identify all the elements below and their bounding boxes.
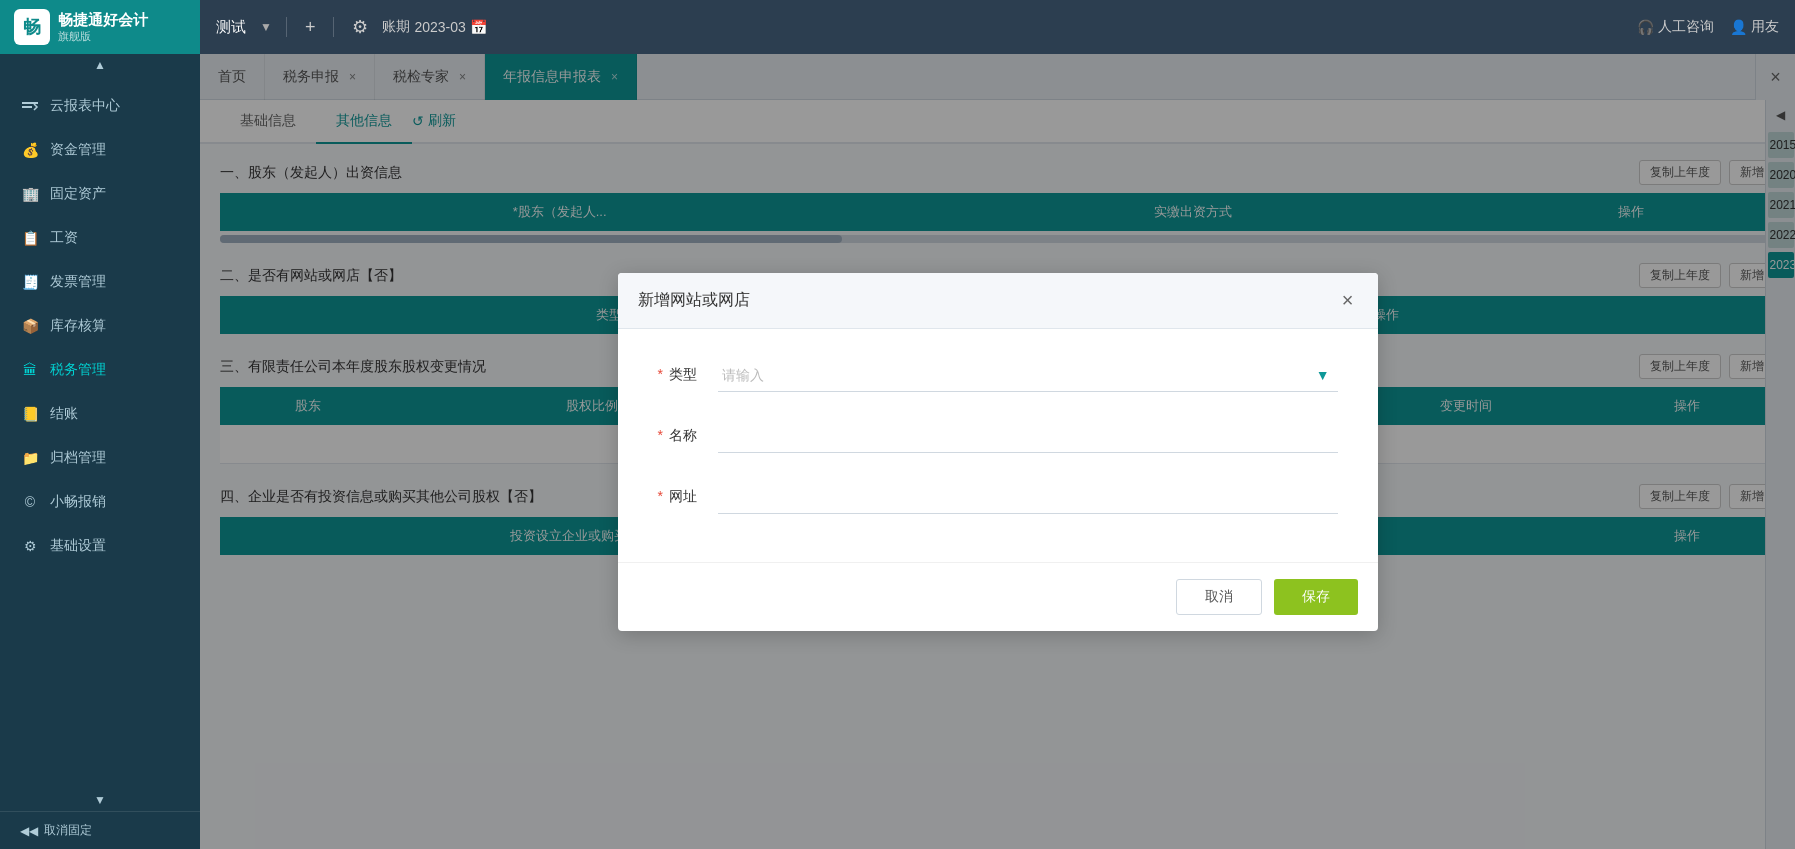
cancel-pin-label: 取消固定 [44,822,92,839]
name-label: * 名称 [658,427,718,445]
sidebar-label-payroll: 工资 [50,229,78,247]
url-input-wrap [718,481,1338,514]
topbar-separator [286,17,287,37]
user-menu[interactable]: 👤 用友 [1730,18,1779,36]
tax-icon: 🏛 [20,360,40,380]
form-group-type: * 类型 ▼ [658,359,1338,392]
form-group-name: * 名称 [658,420,1338,453]
topbar-separator2 [333,17,334,37]
user-label: 用友 [1751,18,1779,36]
sidebar-footer[interactable]: ◀◀ 取消固定 [0,811,200,849]
inventory-icon: 📦 [20,316,40,336]
accounting-icon: 📒 [20,404,40,424]
name-input-wrap [718,420,1338,453]
sidebar-item-xiaochang[interactable]: © 小畅报销 [0,480,200,524]
type-input[interactable] [718,359,1338,392]
sidebar-label-xiaochang: 小畅报销 [50,493,106,511]
fund-icon: 💰 [20,140,40,160]
company-name[interactable]: 测试 [216,18,246,37]
sidebar-label-invoice: 发票管理 [50,273,106,291]
archive-icon: 📁 [20,448,40,468]
type-label: * 类型 [658,366,718,384]
sidebar-label-tax: 税务管理 [50,361,106,379]
headset-icon: 🎧 [1637,19,1654,35]
cloud-reports-icon [20,96,40,116]
url-required-mark: * [658,488,663,504]
calendar-icon[interactable]: 📅 [470,19,487,35]
topbar: 测试 ▼ + ⚙ 账期 2023-03 📅 🎧 人工咨询 👤 用友 [200,0,1795,54]
user-icon: 👤 [1730,19,1747,35]
company-dropdown-icon[interactable]: ▼ [260,20,272,34]
customer-service[interactable]: 🎧 人工咨询 [1637,18,1714,36]
sidebar: 畅 畅捷通好会计 旗舰版 ▲ 云报表中心 💰 资金管理 🏢 固定资产 📋 工资 … [0,0,200,849]
sidebar-item-inventory[interactable]: 📦 库存核算 [0,304,200,348]
type-input-wrap: ▼ [718,359,1338,392]
form-group-url: * 网址 [658,481,1338,514]
logo-sub: 旗舰版 [58,29,148,44]
sidebar-label-inventory: 库存核算 [50,317,106,335]
sidebar-item-basic-settings[interactable]: ⚙ 基础设置 [0,524,200,568]
url-label: * 网址 [658,488,718,506]
add-website-modal: 新增网站或网店 × * 类型 ▼ * 名称 [618,273,1378,631]
sidebar-scroll-up[interactable]: ▲ [0,54,200,76]
sidebar-item-invoice[interactable]: 🧾 发票管理 [0,260,200,304]
save-button[interactable]: 保存 [1274,579,1358,615]
period-display: 账期 2023-03 📅 [382,18,486,36]
sidebar-scroll-down[interactable]: ▼ [0,789,200,811]
modal-body: * 类型 ▼ * 名称 * [618,329,1378,562]
add-button[interactable]: + [301,13,320,42]
sidebar-label-fixed: 固定资产 [50,185,106,203]
svg-rect-1 [22,106,32,108]
sidebar-item-archive[interactable]: 📁 归档管理 [0,436,200,480]
sidebar-item-accounting[interactable]: 📒 结账 [0,392,200,436]
service-label: 人工咨询 [1658,18,1714,36]
modal-title: 新增网站或网店 [638,290,750,311]
sidebar-item-payroll[interactable]: 📋 工资 [0,216,200,260]
sidebar-label-accounting: 结账 [50,405,78,423]
invoice-icon: 🧾 [20,272,40,292]
sidebar-nav: 云报表中心 💰 资金管理 🏢 固定资产 📋 工资 🧾 发票管理 📦 库存核算 🏛… [0,76,200,789]
name-input[interactable] [718,420,1338,453]
sidebar-label-cloud-reports: 云报表中心 [50,97,120,115]
cancel-button[interactable]: 取消 [1176,579,1262,615]
modal-footer: 取消 保存 [618,562,1378,631]
logo-text: 畅捷通好会计 [58,11,148,29]
sidebar-label-settings: 基础设置 [50,537,106,555]
modal-close-button[interactable]: × [1338,289,1358,312]
modal-overlay: 新增网站或网店 × * 类型 ▼ * 名称 [200,54,1795,849]
sidebar-label-archive: 归档管理 [50,449,106,467]
name-required-mark: * [658,427,663,443]
period-value: 2023-03 [414,19,465,35]
xiaochang-icon: © [20,492,40,512]
topbar-right: 🎧 人工咨询 👤 用友 [1637,18,1779,36]
period-label: 账期 [382,18,410,36]
settings-icon: ⚙ [20,536,40,556]
sidebar-item-fixed-assets[interactable]: 🏢 固定资产 [0,172,200,216]
sidebar-logo: 畅 畅捷通好会计 旗舰版 [0,0,200,54]
sidebar-item-cloud-reports[interactable]: 云报表中心 [0,84,200,128]
svg-rect-0 [22,102,38,104]
payroll-icon: 📋 [20,228,40,248]
pin-icon: ◀◀ [20,824,38,838]
type-required-mark: * [658,366,663,382]
fixed-assets-icon: 🏢 [20,184,40,204]
url-input[interactable] [718,481,1338,514]
settings-gear-icon[interactable]: ⚙ [348,12,372,42]
logo-icon: 畅 [14,9,50,45]
sidebar-item-tax[interactable]: 🏛 税务管理 [0,348,200,392]
sidebar-label-fund: 资金管理 [50,141,106,159]
modal-header: 新增网站或网店 × [618,273,1378,329]
sidebar-item-fund-mgmt[interactable]: 💰 资金管理 [0,128,200,172]
